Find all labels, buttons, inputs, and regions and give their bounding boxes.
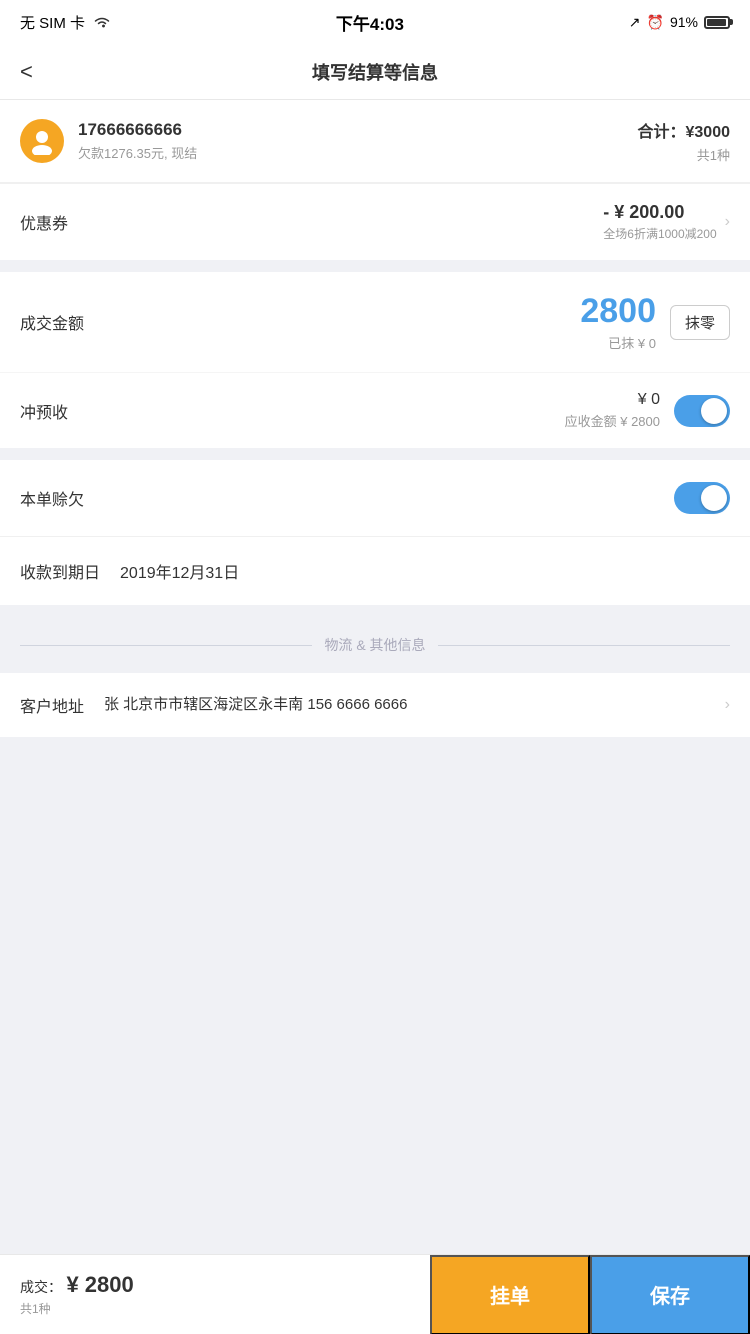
- section-divider-2: [0, 448, 750, 460]
- customer-total: 合计：¥3000 共1种: [638, 118, 731, 164]
- deal-amount-right: 2800 已抹 ¥ 0 抹零: [580, 292, 730, 352]
- customer-phone: 17666666666: [78, 120, 197, 140]
- status-left: 无 SIM 卡: [20, 12, 111, 33]
- date-label: 收款到期日: [20, 559, 100, 583]
- avatar: [20, 119, 64, 163]
- status-time: 下午4:03: [336, 10, 404, 35]
- customer-info: 17666666666 欠款1276.35元, 现结: [78, 120, 197, 162]
- divider-line-left: [20, 645, 312, 646]
- date-row: 收款到期日 2019年12月31日: [0, 536, 750, 605]
- bottom-summary: 成交： ¥ 2800 共1种: [0, 1272, 430, 1317]
- wifi-icon: [93, 15, 111, 29]
- prepay-label: 冲预收: [20, 399, 68, 423]
- deal-amount-value: 2800: [580, 292, 656, 331]
- customer-debt: 欠款1276.35元, 现结: [78, 143, 197, 162]
- address-value: 张 北京市市辖区海淀区永丰南 156 6666 6666: [104, 694, 725, 717]
- debt-label: 本单赊欠: [20, 486, 84, 510]
- page-title: 填写结算等信息: [312, 59, 438, 85]
- bottom-label-row: 成交： ¥ 2800: [20, 1272, 410, 1298]
- alarm-icon: ⏰: [647, 14, 664, 31]
- status-bar: 无 SIM 卡 下午4:03 ↗ ⏰ 91%: [0, 0, 750, 44]
- toggle-knob: [701, 398, 727, 424]
- debt-toggle-knob: [701, 485, 727, 511]
- date-value: 2019年12月31日: [120, 559, 239, 583]
- location-icon: ↗: [629, 14, 641, 31]
- coupon-row[interactable]: 优惠券 - ¥ 200.00 全场6折满1000减200 ›: [0, 183, 750, 260]
- battery-percent: 91%: [670, 14, 698, 30]
- deal-amount-info: 2800 已抹 ¥ 0: [580, 292, 656, 352]
- prepay-row: 冲预收 ¥ 0 应收金额 ¥ 2800: [0, 373, 750, 448]
- debt-toggle[interactable]: [674, 482, 730, 514]
- address-row[interactable]: 客户地址 张 北京市市辖区海淀区永丰南 156 6666 6666 ›: [0, 673, 750, 737]
- total-amount: 合计：¥3000: [638, 118, 731, 142]
- divider-line-right: [438, 645, 730, 646]
- bottom-total-label: 成交：: [20, 1279, 62, 1295]
- section-divider-1: [0, 260, 750, 272]
- coupon-chevron-icon: ›: [725, 213, 730, 231]
- battery-icon: [704, 16, 730, 29]
- hang-button[interactable]: 挂单: [430, 1255, 590, 1334]
- section-divider-3: [0, 605, 750, 617]
- amount-section: 成交金额 2800 已抹 ¥ 0 抹零 冲预收 ¥ 0 应收金额 ¥ 2800: [0, 272, 750, 448]
- deal-amount-sub: 已抹 ¥ 0: [580, 333, 656, 352]
- total-count: 共1种: [638, 145, 731, 164]
- logistics-divider: 物流 & 其他信息: [0, 617, 750, 673]
- deal-amount-label: 成交金额: [20, 310, 84, 334]
- prepay-toggle[interactable]: [674, 395, 730, 427]
- address-label: 客户地址: [20, 693, 84, 717]
- address-chevron-icon: ›: [725, 696, 730, 714]
- carrier-text: 无 SIM 卡: [20, 12, 85, 33]
- customer-left: 17666666666 欠款1276.35元, 现结: [20, 119, 197, 163]
- back-button[interactable]: <: [20, 52, 60, 92]
- debt-row: 本单赊欠: [0, 460, 750, 536]
- customer-card: 17666666666 欠款1276.35元, 现结 合计：¥3000 共1种: [0, 100, 750, 183]
- coupon-discount: - ¥ 200.00: [603, 202, 716, 223]
- prepay-amount: ¥ 0: [565, 391, 660, 409]
- bottom-bar: 成交： ¥ 2800 共1种 挂单 保存: [0, 1254, 750, 1334]
- bottom-total-amount: ¥ 2800: [66, 1272, 133, 1297]
- prepay-right: ¥ 0 应收金额 ¥ 2800: [565, 391, 730, 430]
- save-button[interactable]: 保存: [590, 1255, 750, 1334]
- coupon-info: - ¥ 200.00 全场6折满1000减200: [603, 202, 716, 242]
- logistics-text: 物流 & 其他信息: [324, 635, 425, 655]
- status-right: ↗ ⏰ 91%: [629, 14, 730, 31]
- prepay-amount-block: ¥ 0 应收金额 ¥ 2800: [565, 391, 660, 430]
- bottom-count: 共1种: [20, 1300, 410, 1317]
- prepay-sub: 应收金额 ¥ 2800: [565, 411, 660, 430]
- coupon-description: 全场6折满1000减200: [603, 225, 716, 242]
- gray-spacer: [0, 737, 750, 987]
- coupon-right: - ¥ 200.00 全场6折满1000减200 ›: [603, 202, 730, 242]
- coupon-label: 优惠券: [20, 210, 68, 234]
- deal-amount-row: 成交金额 2800 已抹 ¥ 0 抹零: [0, 272, 750, 373]
- nav-bar: < 填写结算等信息: [0, 44, 750, 100]
- round-button[interactable]: 抹零: [670, 305, 730, 340]
